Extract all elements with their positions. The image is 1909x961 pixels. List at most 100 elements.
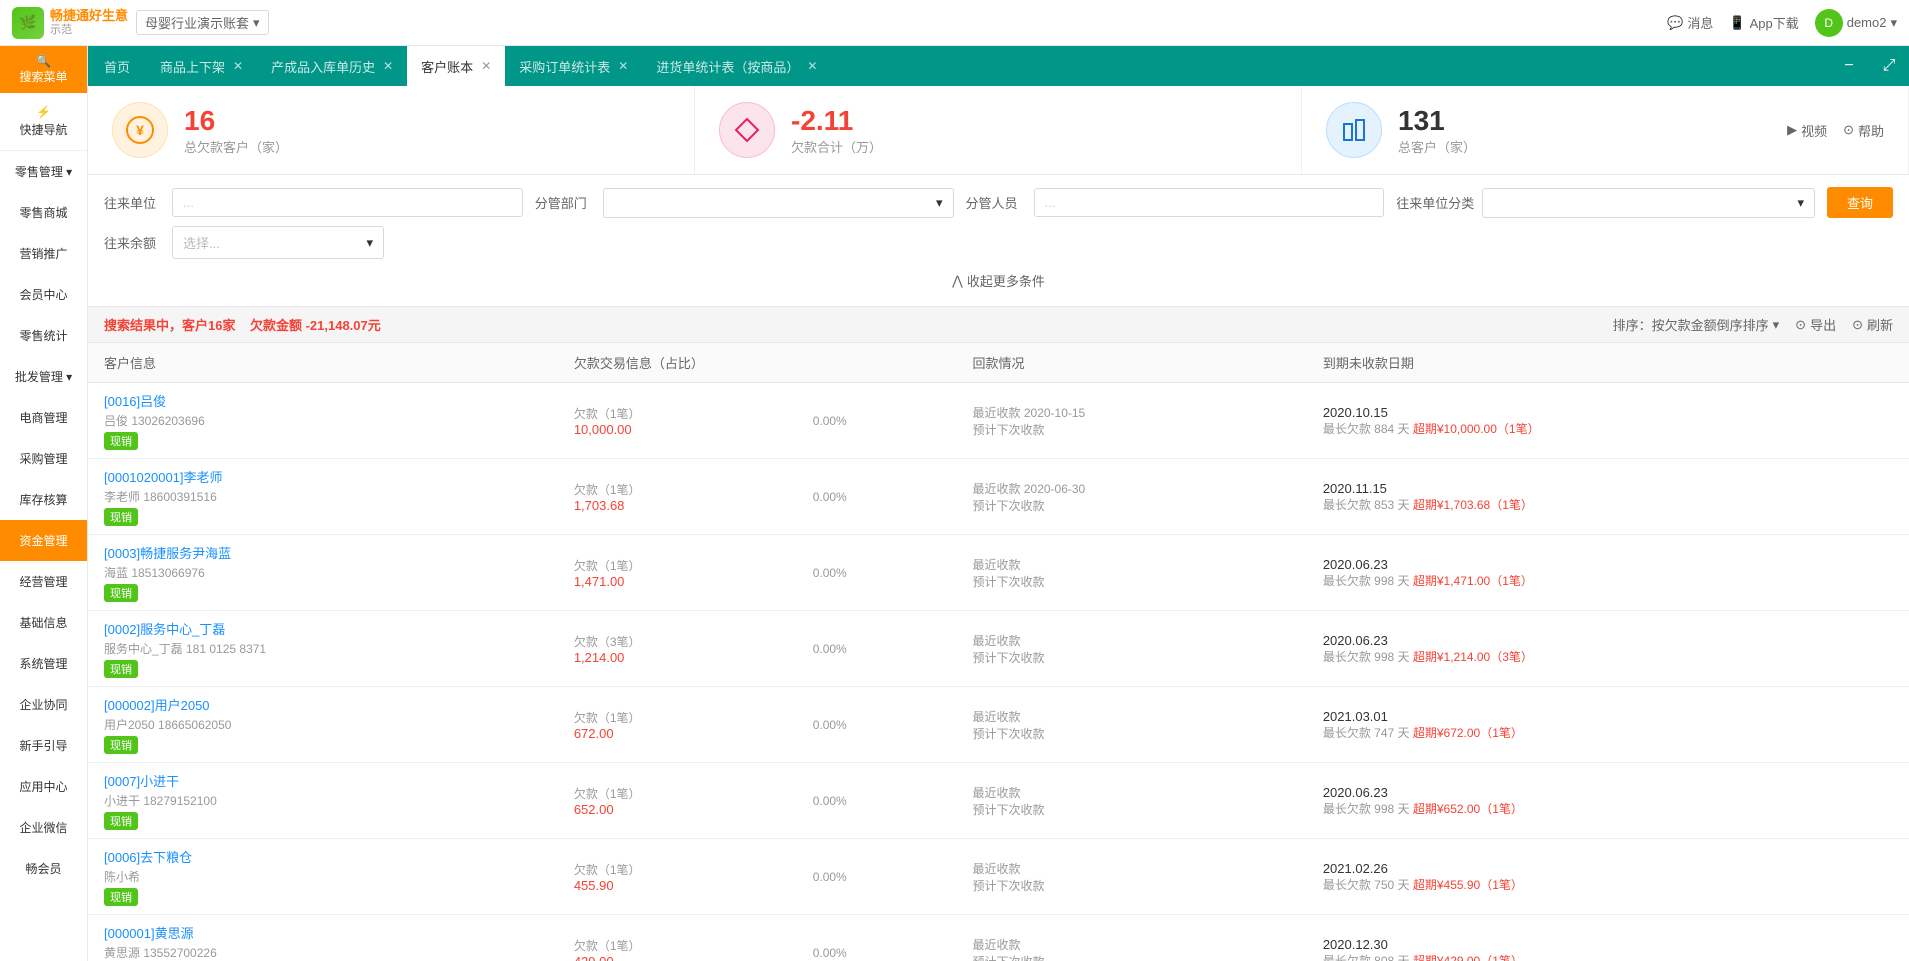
customer-name-link[interactable]: [0006]去下粮仓 xyxy=(104,850,192,865)
overdue-amount-link[interactable]: 超期¥672.00（1笔） xyxy=(1413,726,1523,740)
overdue-amount-link[interactable]: 超期¥1,471.00（1笔） xyxy=(1413,574,1533,588)
due-date: 2020.06.23 xyxy=(1323,633,1893,648)
sidebar-item-ecommerce[interactable]: 电商管理 xyxy=(0,397,87,438)
sidebar-item-retail-stats[interactable]: 零售统计 xyxy=(0,315,87,356)
customer-name-link[interactable]: [0003]畅捷服务尹海蓝 xyxy=(104,546,231,561)
sidebar-item-system[interactable]: 系统管理 xyxy=(0,643,87,684)
sidebar-item-retail-mgmt[interactable]: 零售管理 ▾ xyxy=(0,151,87,192)
tab-label: 产成品入库单历史 xyxy=(271,57,375,76)
search-button[interactable]: 查询 xyxy=(1827,187,1893,218)
close-icon[interactable]: ✕ xyxy=(807,59,817,73)
debt-amount[interactable]: 672.00 xyxy=(574,726,781,741)
tab-minimize-btn[interactable]: − xyxy=(1829,46,1869,86)
tab-product-listing[interactable]: 商品上下架 ✕ xyxy=(146,46,257,86)
sidebar-item-quick-nav[interactable]: ⚡ 快捷导航 xyxy=(0,93,87,150)
close-icon[interactable]: ✕ xyxy=(233,59,243,73)
app-container: 🌿 畅捷通好生意 示范 母婴行业演示账套 ▾ 💬 消息 📱 App下载 D xyxy=(0,0,1909,961)
close-icon[interactable]: ✕ xyxy=(618,59,628,73)
tab-bar: 首页 商品上下架 ✕ 产成品入库单历史 ✕ 客户账本 ✕ 采购订单统计表 ✕ xyxy=(88,46,1909,86)
collapse-btn[interactable]: ⋀ 收起更多条件 xyxy=(104,267,1893,294)
tab-maximize-btn[interactable]: ⤢ xyxy=(1869,46,1909,86)
debt-amount-value: -21,148.07元 xyxy=(306,318,381,333)
customer-tag: 现销 xyxy=(104,812,138,830)
customer-name-link[interactable]: [000001]黄思源 xyxy=(104,926,194,941)
debt-amount[interactable]: 10,000.00 xyxy=(574,422,781,437)
overdue-amount-link[interactable]: 超期¥455.90（1笔） xyxy=(1413,878,1523,892)
sidebar-item-label: 系统管理 xyxy=(19,655,67,672)
sidebar-item-retail-store[interactable]: 零售商城 xyxy=(0,192,87,233)
sidebar-item-guide[interactable]: 新手引导 xyxy=(0,725,87,766)
stat-label-debt-total: 欠款合计（万） xyxy=(791,137,882,156)
sidebar-item-operations[interactable]: 经营管理 xyxy=(0,561,87,602)
user-chevron-icon: ▾ xyxy=(1890,15,1897,31)
overdue-amount-link[interactable]: 超期¥429.00（1笔） xyxy=(1413,954,1523,961)
overdue-days: 最长欠款 808 天 超期¥429.00（1笔） xyxy=(1323,952,1893,961)
help-label: 帮助 xyxy=(1858,121,1884,140)
filter-category-select[interactable]: ▾ xyxy=(1482,188,1815,218)
customer-name-link[interactable]: [0002]服务中心_丁磊 xyxy=(104,622,225,637)
debt-amount[interactable]: 1,471.00 xyxy=(574,574,781,589)
refresh-btn[interactable]: ⊙ 刷新 xyxy=(1852,315,1893,334)
filter-unit-input[interactable]: ... xyxy=(172,188,523,217)
debt-amount[interactable]: 1,703.68 xyxy=(574,498,781,513)
filter-dept-select[interactable]: ▾ xyxy=(603,188,954,218)
sidebar-item-marketing[interactable]: 营销推广 xyxy=(0,233,87,274)
debt-amount[interactable]: 429.00 xyxy=(574,954,781,961)
tab-product-history[interactable]: 产成品入库单历史 ✕ xyxy=(257,46,407,86)
sidebar-item-member-plus[interactable]: 畅会员 xyxy=(0,848,87,889)
latest-payment: 最近收款 2020-06-30 xyxy=(973,480,1291,497)
customer-tag: 现销 xyxy=(104,508,138,526)
tab-controls: − ⤢ xyxy=(1829,46,1909,86)
app-download-btn[interactable]: 📱 App下载 xyxy=(1729,13,1798,32)
debt-amount[interactable]: 1,214.00 xyxy=(574,650,781,665)
debt-amount[interactable]: 455.90 xyxy=(574,878,781,893)
sidebar-search[interactable]: 🔍 搜索菜单 xyxy=(0,46,87,93)
customer-name-link[interactable]: [0007]小进干 xyxy=(104,774,179,789)
debt-ratio-cell: 0.00% xyxy=(797,535,957,611)
latest-payment: 最近收款 2020-10-15 xyxy=(973,404,1291,421)
customer-name-link[interactable]: [0016]吕俊 xyxy=(104,394,166,409)
sort-selector[interactable]: 排序：按欠款金额倒序排序 ▾ xyxy=(1613,315,1780,334)
debt-info-cell: 欠款（1笔） 1,703.68 xyxy=(558,459,797,535)
close-icon[interactable]: ✕ xyxy=(481,59,491,73)
help-btn[interactable]: ⊙ 帮助 xyxy=(1843,121,1884,140)
tab-purchase-stats[interactable]: 进货单统计表（按商品） ✕ xyxy=(642,46,831,86)
sidebar-item-purchase[interactable]: 采购管理 xyxy=(0,438,87,479)
sidebar-item-inventory[interactable]: 库存核算 xyxy=(0,479,87,520)
debt-amount[interactable]: 652.00 xyxy=(574,802,781,817)
tab-customer-ledger[interactable]: 客户账本 ✕ xyxy=(407,46,505,86)
overdue-amount-link[interactable]: 超期¥1,703.68（1笔） xyxy=(1413,498,1533,512)
payment-status-cell: 最近收款 预计下次收款 xyxy=(957,611,1307,687)
customer-name-link[interactable]: [000002]用户2050 xyxy=(104,698,210,713)
export-btn[interactable]: ⊙ 导出 xyxy=(1795,315,1836,334)
tab-purchase-order[interactable]: 采购订单统计表 ✕ xyxy=(505,46,642,86)
result-info: 搜索结果中，客户16家 欠款金额 -21,148.07元 xyxy=(104,315,381,334)
sidebar-item-finance[interactable]: 资金管理 xyxy=(0,520,87,561)
stat-label-debt-customers: 总欠款客户（家） xyxy=(184,137,288,156)
sidebar-item-appstore[interactable]: 应用中心 xyxy=(0,766,87,807)
customer-name-link[interactable]: [0001020001]李老师 xyxy=(104,470,223,485)
filter-balance-select[interactable]: 选择... ▾ xyxy=(172,226,384,259)
message-btn[interactable]: 💬 消息 xyxy=(1667,13,1713,32)
sidebar-item-wholesale[interactable]: 批发管理 ▾ xyxy=(0,356,87,397)
overdue-amount-link[interactable]: 超期¥652.00（1笔） xyxy=(1413,802,1523,816)
sidebar-item-enterprise[interactable]: 企业协同 xyxy=(0,684,87,725)
debt-ratio-cell: 0.00% xyxy=(797,839,957,915)
due-date-cell: 2021.02.26 最长欠款 750 天 超期¥455.90（1笔） xyxy=(1307,839,1909,915)
company-selector[interactable]: 母婴行业演示账套 ▾ xyxy=(136,10,269,35)
chevron-down-icon: ▾ xyxy=(253,15,260,31)
user-menu[interactable]: D demo2 ▾ xyxy=(1815,9,1897,37)
sidebar-item-weixin[interactable]: 企业微信 xyxy=(0,807,87,848)
filter-person-input[interactable]: ... xyxy=(1034,188,1385,217)
sidebar-item-label: 电商管理 xyxy=(19,409,67,426)
latest-payment: 最近收款 xyxy=(973,708,1291,725)
video-btn[interactable]: ▶ 视频 xyxy=(1787,121,1827,140)
sidebar-item-member[interactable]: 会员中心 xyxy=(0,274,87,315)
customer-info-cell: [0006]去下粮仓 陈小希 现销 xyxy=(88,839,558,915)
stat-label-total-customers: 总客户（家） xyxy=(1398,137,1476,156)
close-icon[interactable]: ✕ xyxy=(383,59,393,73)
overdue-amount-link[interactable]: 超期¥1,214.00（3笔） xyxy=(1413,650,1533,664)
sidebar-item-basic-info[interactable]: 基础信息 xyxy=(0,602,87,643)
overdue-amount-link[interactable]: 超期¥10,000.00（1笔） xyxy=(1413,422,1540,436)
tab-home[interactable]: 首页 xyxy=(88,46,146,86)
